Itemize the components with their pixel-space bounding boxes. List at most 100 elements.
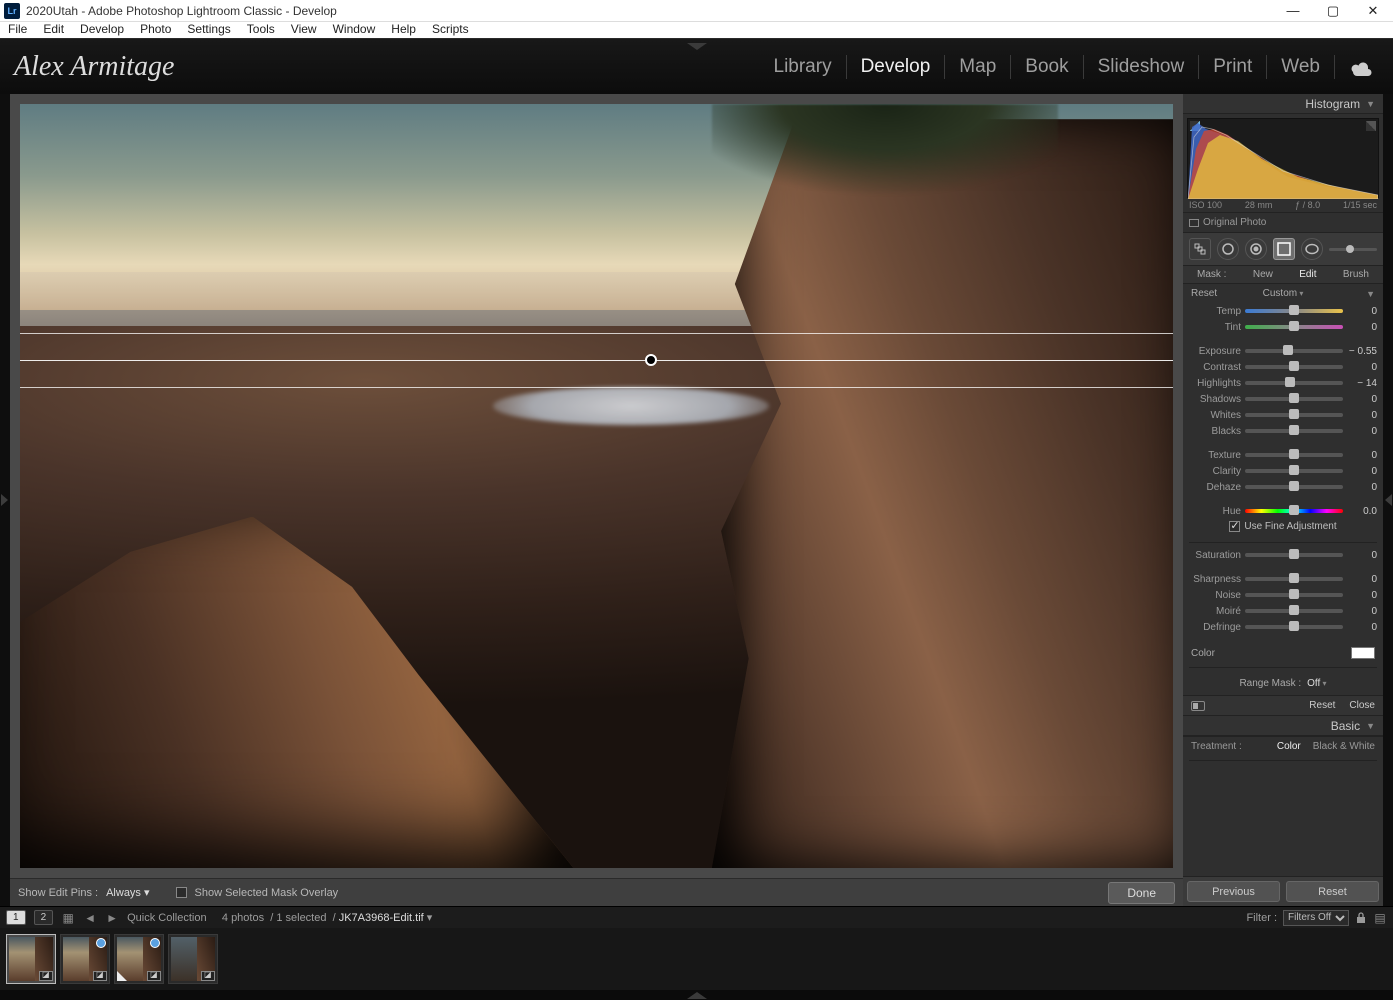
- slider-saturation-value[interactable]: 0: [1347, 550, 1377, 561]
- nav-forward-icon[interactable]: ►: [105, 911, 119, 925]
- slider-moire[interactable]: Moiré0: [1183, 603, 1383, 619]
- main-window-button[interactable]: 1: [6, 910, 26, 925]
- basic-panel-header[interactable]: Basic▼: [1183, 716, 1383, 736]
- identity-plate[interactable]: Alex Armitage: [8, 51, 174, 83]
- slider-tint-value[interactable]: 0: [1347, 322, 1377, 333]
- fine-adjust-row[interactable]: Use Fine Adjustment: [1183, 519, 1383, 538]
- slider-tint[interactable]: Tint0: [1183, 319, 1383, 335]
- menu-tools[interactable]: Tools: [239, 22, 283, 36]
- effect-preset-select[interactable]: Custom: [1263, 288, 1304, 299]
- mask-mode-new[interactable]: New: [1247, 269, 1279, 280]
- close-button[interactable]: ✕: [1353, 0, 1393, 22]
- gradient-guide-center[interactable]: [20, 360, 1173, 361]
- slider-saturation[interactable]: Saturation0: [1183, 547, 1383, 563]
- menu-settings[interactable]: Settings: [179, 22, 238, 36]
- module-develop[interactable]: Develop: [847, 55, 946, 79]
- range-mask-row[interactable]: Range Mask : Off: [1183, 672, 1383, 695]
- mask-mode-edit[interactable]: Edit: [1293, 269, 1322, 280]
- module-library[interactable]: Library: [760, 55, 847, 79]
- slider-contrast-value[interactable]: 0: [1347, 362, 1377, 373]
- slider-shadows-value[interactable]: 0: [1347, 394, 1377, 405]
- slider-sharpness-value[interactable]: 0: [1347, 574, 1377, 585]
- redeye-tool[interactable]: [1245, 238, 1267, 260]
- slider-moire-value[interactable]: 0: [1347, 606, 1377, 617]
- filmstrip-collapse-handle[interactable]: [0, 990, 1393, 1000]
- slider-defringe-value[interactable]: 0: [1347, 622, 1377, 633]
- menu-develop[interactable]: Develop: [72, 22, 132, 36]
- right-panel-collapse-handle[interactable]: [1383, 94, 1393, 906]
- graduated-filter-tool[interactable]: [1273, 238, 1295, 260]
- module-print[interactable]: Print: [1199, 55, 1267, 79]
- thumbnail[interactable]: [6, 934, 56, 984]
- gradient-guide-top[interactable]: [20, 333, 1173, 334]
- thumbnail[interactable]: [60, 934, 110, 984]
- slider-exposure[interactable]: Exposure− 0.55: [1183, 343, 1383, 359]
- left-panel-collapse-handle[interactable]: [0, 94, 10, 906]
- thumbnail[interactable]: [114, 934, 164, 984]
- original-photo-toggle[interactable]: Original Photo: [1183, 212, 1383, 233]
- slider-contrast[interactable]: Contrast0: [1183, 359, 1383, 375]
- slider-dehaze-value[interactable]: 0: [1347, 482, 1377, 493]
- show-pins-value[interactable]: Always ▾: [106, 886, 149, 899]
- range-mask-select[interactable]: Off: [1307, 678, 1326, 689]
- mask-visibility-switch[interactable]: [1191, 701, 1205, 711]
- gradient-guide-bottom[interactable]: [20, 387, 1173, 388]
- filmstrip-path[interactable]: Quick Collection 4 photos / 1 selected /…: [127, 911, 432, 924]
- previous-button[interactable]: Previous: [1187, 881, 1280, 902]
- reset-button[interactable]: Reset: [1286, 881, 1379, 902]
- slider-whites-value[interactable]: 0: [1347, 410, 1377, 421]
- menu-edit[interactable]: Edit: [35, 22, 72, 36]
- module-slideshow[interactable]: Slideshow: [1084, 55, 1200, 79]
- slider-noise[interactable]: Noise0: [1183, 587, 1383, 603]
- fine-adjust-checkbox[interactable]: [1229, 521, 1240, 532]
- treatment-color[interactable]: Color: [1277, 741, 1301, 752]
- slider-defringe[interactable]: Defringe0: [1183, 619, 1383, 635]
- slider-shadows[interactable]: Shadows0: [1183, 391, 1383, 407]
- slider-clarity-value[interactable]: 0: [1347, 466, 1377, 477]
- slider-temp-value[interactable]: 0: [1347, 306, 1377, 317]
- crop-tool[interactable]: [1189, 238, 1211, 260]
- slider-blacks-value[interactable]: 0: [1347, 426, 1377, 437]
- spot-removal-tool[interactable]: [1217, 238, 1239, 260]
- slider-texture-value[interactable]: 0: [1347, 450, 1377, 461]
- thumbnail[interactable]: [168, 934, 218, 984]
- brush-size-slider[interactable]: [1329, 248, 1377, 251]
- slider-temp[interactable]: Temp0: [1183, 303, 1383, 319]
- adjustment-pin[interactable]: [645, 354, 657, 366]
- done-button[interactable]: Done: [1108, 882, 1175, 904]
- nav-back-icon[interactable]: ◄: [83, 911, 97, 925]
- menu-view[interactable]: View: [283, 22, 325, 36]
- minimize-button[interactable]: —: [1273, 0, 1313, 22]
- color-swatch[interactable]: [1351, 647, 1375, 659]
- menu-scripts[interactable]: Scripts: [424, 22, 477, 36]
- mask-reset-button[interactable]: Reset: [1309, 700, 1335, 711]
- slider-highlights[interactable]: Highlights− 14: [1183, 375, 1383, 391]
- slider-exposure-value[interactable]: − 0.55: [1347, 346, 1377, 357]
- module-web[interactable]: Web: [1267, 55, 1335, 79]
- menu-photo[interactable]: Photo: [132, 22, 179, 36]
- menu-window[interactable]: Window: [325, 22, 384, 36]
- show-mask-checkbox[interactable]: [176, 887, 187, 898]
- effect-panel-collapse[interactable]: ▼: [1366, 289, 1375, 299]
- slider-clarity[interactable]: Clarity0: [1183, 463, 1383, 479]
- histogram[interactable]: [1187, 118, 1379, 198]
- filmstrip-menu-icon[interactable]: ▤: [1373, 911, 1387, 925]
- filmstrip[interactable]: [0, 928, 1393, 990]
- slider-whites[interactable]: Whites0: [1183, 407, 1383, 423]
- radial-filter-tool[interactable]: [1301, 238, 1323, 260]
- treatment-bw[interactable]: Black & White: [1313, 741, 1375, 752]
- slider-highlights-value[interactable]: − 14: [1347, 378, 1377, 389]
- second-window-button[interactable]: 2: [34, 910, 54, 925]
- maximize-button[interactable]: ▢: [1313, 0, 1353, 22]
- slider-texture[interactable]: Texture0: [1183, 447, 1383, 463]
- histogram-panel-header[interactable]: Histogram▼: [1183, 94, 1383, 114]
- slider-noise-value[interactable]: 0: [1347, 590, 1377, 601]
- color-row[interactable]: Color: [1183, 643, 1383, 663]
- slider-sharpness[interactable]: Sharpness0: [1183, 571, 1383, 587]
- slider-hue-value[interactable]: 0.0: [1347, 506, 1377, 517]
- filter-lock-icon[interactable]: [1355, 912, 1367, 924]
- effect-reset[interactable]: Reset: [1191, 288, 1217, 299]
- menu-help[interactable]: Help: [383, 22, 424, 36]
- grid-view-icon[interactable]: ▦: [61, 911, 75, 925]
- mask-mode-brush[interactable]: Brush: [1337, 269, 1375, 280]
